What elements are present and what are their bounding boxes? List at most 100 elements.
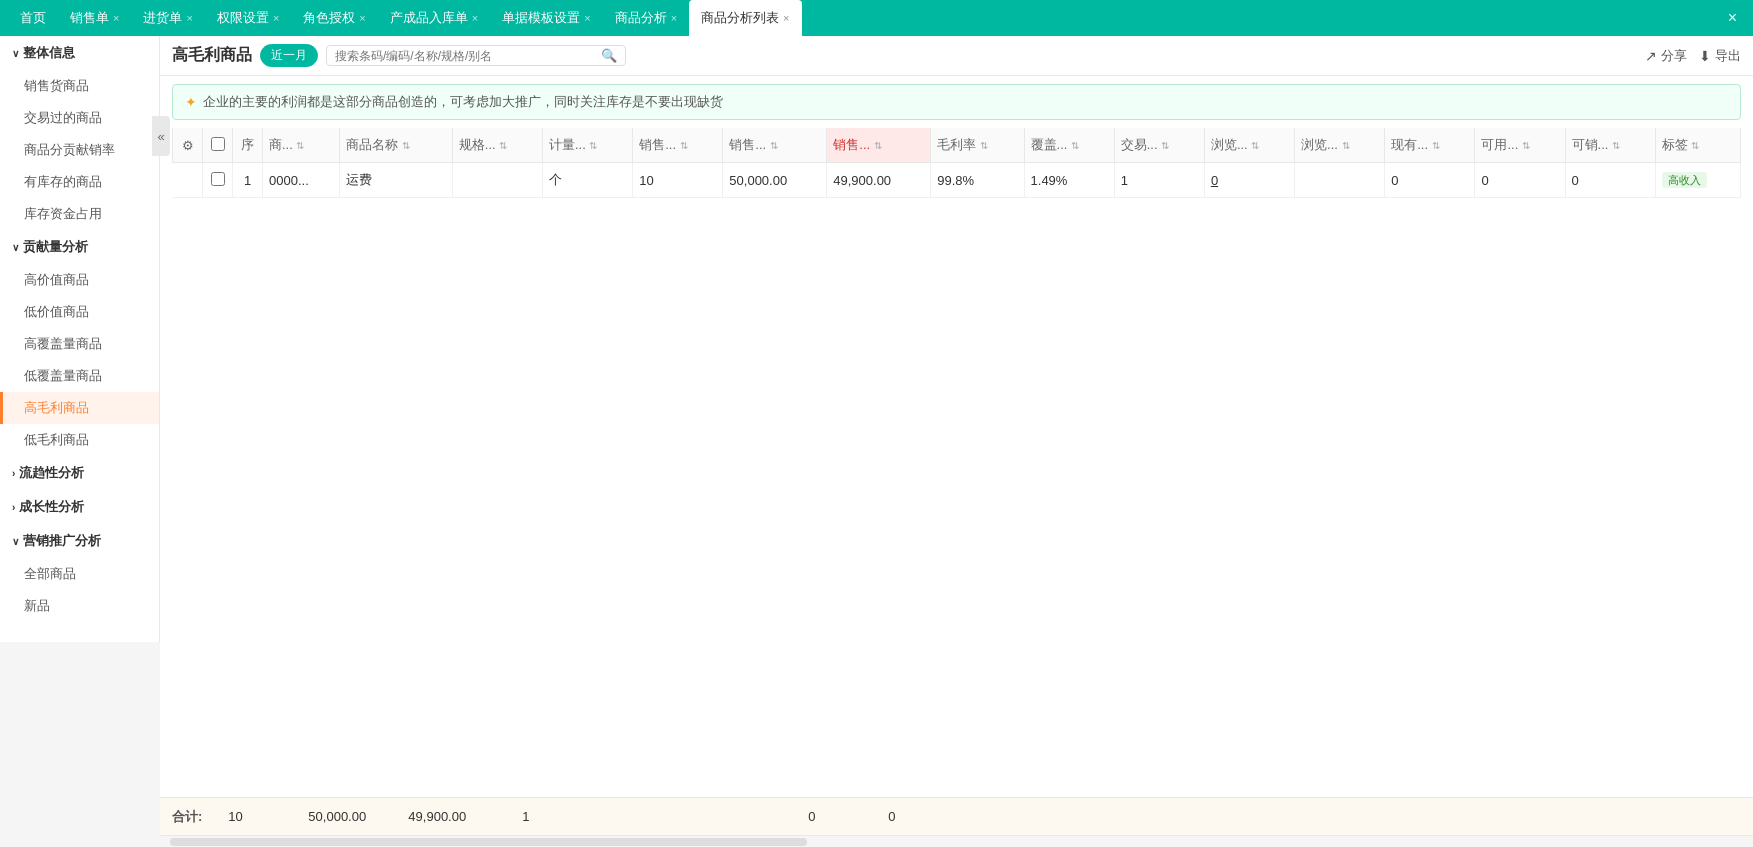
row-checkbox[interactable]	[203, 163, 233, 198]
col-spec[interactable]: 规格... ⇅	[452, 128, 542, 163]
info-text: 企业的主要的利润都是这部分商品创造的，可考虑加大推广，同时关注库存是不要出现缺货	[203, 93, 723, 111]
sidebar-item-high-coverage[interactable]: 高覆盖量商品	[0, 328, 159, 360]
close-sales-tab[interactable]: ×	[113, 12, 119, 24]
col-coverage[interactable]: 覆盖... ⇅	[1024, 128, 1114, 163]
col-sales-cost[interactable]: 销售... ⇅	[827, 128, 931, 163]
col-sales-amount[interactable]: 销售... ⇅	[723, 128, 827, 163]
top-nav: 首页 销售单 × 进货单 × 权限设置 × 角色授权 × 产成品入库单 × 单据…	[0, 0, 1753, 36]
nav-tab-purchase-label: 进货单	[143, 9, 182, 27]
col-unit[interactable]: 计量... ⇅	[542, 128, 632, 163]
col-sellable-stock[interactable]: 可销... ⇅	[1565, 128, 1655, 163]
nav-tab-roles[interactable]: 角色授权 ×	[291, 0, 377, 36]
col-views1-label: 浏览...	[1211, 137, 1248, 152]
sidebar-item-low-margin[interactable]: 低毛利商品	[0, 424, 159, 456]
arrow-trend: ›	[12, 468, 15, 479]
sidebar-item-sales-goods[interactable]: 销售货商品	[0, 70, 159, 102]
row-settings[interactable]	[173, 163, 203, 198]
sidebar-group-marketing[interactable]: ∨ 营销推广分析	[0, 524, 159, 558]
row-select-checkbox[interactable]	[211, 172, 225, 186]
horizontal-scrollbar[interactable]	[160, 835, 1753, 847]
nav-tab-analysis-list[interactable]: 商品分析列表 ×	[689, 0, 801, 36]
col-gross-margin[interactable]: 毛利率 ⇅	[931, 128, 1024, 163]
footer-sales-amount: 50,000.00	[302, 809, 402, 824]
footer-transactions: 1	[502, 809, 802, 824]
nav-tab-home[interactable]: 首页	[8, 0, 58, 36]
col-tag[interactable]: 标签 ⇅	[1655, 128, 1740, 163]
sidebar-item-capital-occupation[interactable]: 库存资金占用	[0, 198, 159, 230]
sidebar-item-low-value[interactable]: 低价值商品	[0, 296, 159, 328]
close-permissions-tab[interactable]: ×	[273, 12, 279, 24]
sidebar-item-low-coverage[interactable]: 低覆盖量商品	[0, 360, 159, 392]
col-checkbox[interactable]	[203, 128, 233, 163]
col-name-label: 商品名称	[346, 137, 398, 152]
col-index[interactable]: 序	[233, 128, 263, 163]
nav-tab-warehouse[interactable]: 产成品入库单 ×	[378, 0, 490, 36]
arrow-marketing: ∨	[12, 536, 19, 547]
share-label: 分享	[1661, 47, 1687, 65]
footer-sales-qty: 10	[222, 809, 302, 824]
row-sales-cost: 49,900.00	[827, 163, 931, 198]
close-all-tabs[interactable]: ×	[1720, 9, 1745, 27]
scrollbar-thumb[interactable]	[170, 838, 807, 846]
col-transactions[interactable]: 交易... ⇅	[1114, 128, 1204, 163]
sidebar-group-trend[interactable]: › 流趋性分析	[0, 456, 159, 490]
col-sales-qty[interactable]: 销售... ⇅	[633, 128, 723, 163]
sidebar-item-traded-goods[interactable]: 交易过的商品	[0, 102, 159, 134]
row-sales-qty: 10	[633, 163, 723, 198]
nav-tab-analysis-list-label: 商品分析列表	[701, 9, 779, 27]
row-views1[interactable]: 0	[1204, 163, 1294, 198]
col-settings[interactable]: ⚙	[173, 128, 203, 163]
filter-last-month-button[interactable]: 近一月	[260, 44, 318, 67]
col-code[interactable]: 商... ⇅	[263, 128, 340, 163]
arrow-growth: ›	[12, 502, 15, 513]
footer-available-stock: 0	[882, 809, 962, 824]
col-transactions-label: 交易...	[1121, 137, 1158, 152]
col-sales-cost-label: 销售...	[833, 137, 870, 152]
sidebar-item-stock-goods[interactable]: 有库存的商品	[0, 166, 159, 198]
nav-tab-analysis[interactable]: 商品分析 ×	[603, 0, 689, 36]
sidebar-group-growth[interactable]: › 成长性分析	[0, 490, 159, 524]
close-purchase-tab[interactable]: ×	[186, 12, 192, 24]
col-current-stock[interactable]: 现有... ⇅	[1385, 128, 1475, 163]
nav-tab-sales[interactable]: 销售单 ×	[58, 0, 131, 36]
row-code: 0000...	[263, 163, 340, 198]
col-name[interactable]: 商品名称 ⇅	[340, 128, 452, 163]
close-analysis-list-tab[interactable]: ×	[783, 12, 789, 24]
sort-tag-icon: ⇅	[1691, 140, 1699, 151]
sidebar-group-growth-label: 成长性分析	[19, 498, 84, 516]
table-row: 1 0000... 运费 个 10 50,000.00 49,900.00 99…	[173, 163, 1741, 198]
settings-icon[interactable]: ⚙	[182, 138, 194, 153]
content-header: 高毛利商品 近一月 🔍 ↗ 分享 ⬇ 导出	[160, 36, 1753, 76]
nav-tab-template[interactable]: 单据模板设置 ×	[490, 0, 602, 36]
footer-label: 合计:	[172, 808, 202, 826]
export-button[interactable]: ⬇ 导出	[1699, 47, 1741, 65]
close-template-tab[interactable]: ×	[584, 12, 590, 24]
select-all-checkbox[interactable]	[211, 137, 225, 151]
row-unit: 个	[542, 163, 632, 198]
col-current-stock-label: 现有...	[1391, 137, 1428, 152]
row-views2	[1295, 163, 1385, 198]
sidebar-group-contribution[interactable]: ∨ 贡献量分析	[0, 230, 159, 264]
row-index: 1	[233, 163, 263, 198]
views1-link[interactable]: 0	[1211, 173, 1218, 188]
sidebar-item-contribution-rate[interactable]: 商品分贡献销率	[0, 134, 159, 166]
sidebar: ∨ 整体信息 销售货商品 交易过的商品 商品分贡献销率 有库存的商品 库存资金占…	[0, 36, 160, 642]
share-button[interactable]: ↗ 分享	[1645, 47, 1687, 65]
col-views2[interactable]: 浏览... ⇅	[1295, 128, 1385, 163]
nav-tab-purchase[interactable]: 进货单 ×	[131, 0, 204, 36]
close-analysis-tab[interactable]: ×	[671, 12, 677, 24]
search-input[interactable]	[335, 49, 597, 63]
nav-tab-permissions[interactable]: 权限设置 ×	[205, 0, 291, 36]
col-views1[interactable]: 浏览... ⇅	[1204, 128, 1294, 163]
row-tag: 高收入	[1655, 163, 1740, 198]
sidebar-group-overall[interactable]: ∨ 整体信息	[0, 36, 159, 70]
sidebar-item-high-value[interactable]: 高价值商品	[0, 264, 159, 296]
sidebar-collapse-button[interactable]: «	[152, 116, 170, 156]
close-roles-tab[interactable]: ×	[359, 12, 365, 24]
col-available-stock[interactable]: 可用... ⇅	[1475, 128, 1565, 163]
sidebar-item-high-margin[interactable]: 高毛利商品	[0, 392, 159, 424]
sidebar-item-all-goods[interactable]: 全部商品	[0, 558, 159, 590]
sidebar-item-new-goods[interactable]: 新品	[0, 590, 159, 622]
close-warehouse-tab[interactable]: ×	[472, 12, 478, 24]
search-icon[interactable]: 🔍	[601, 48, 617, 63]
